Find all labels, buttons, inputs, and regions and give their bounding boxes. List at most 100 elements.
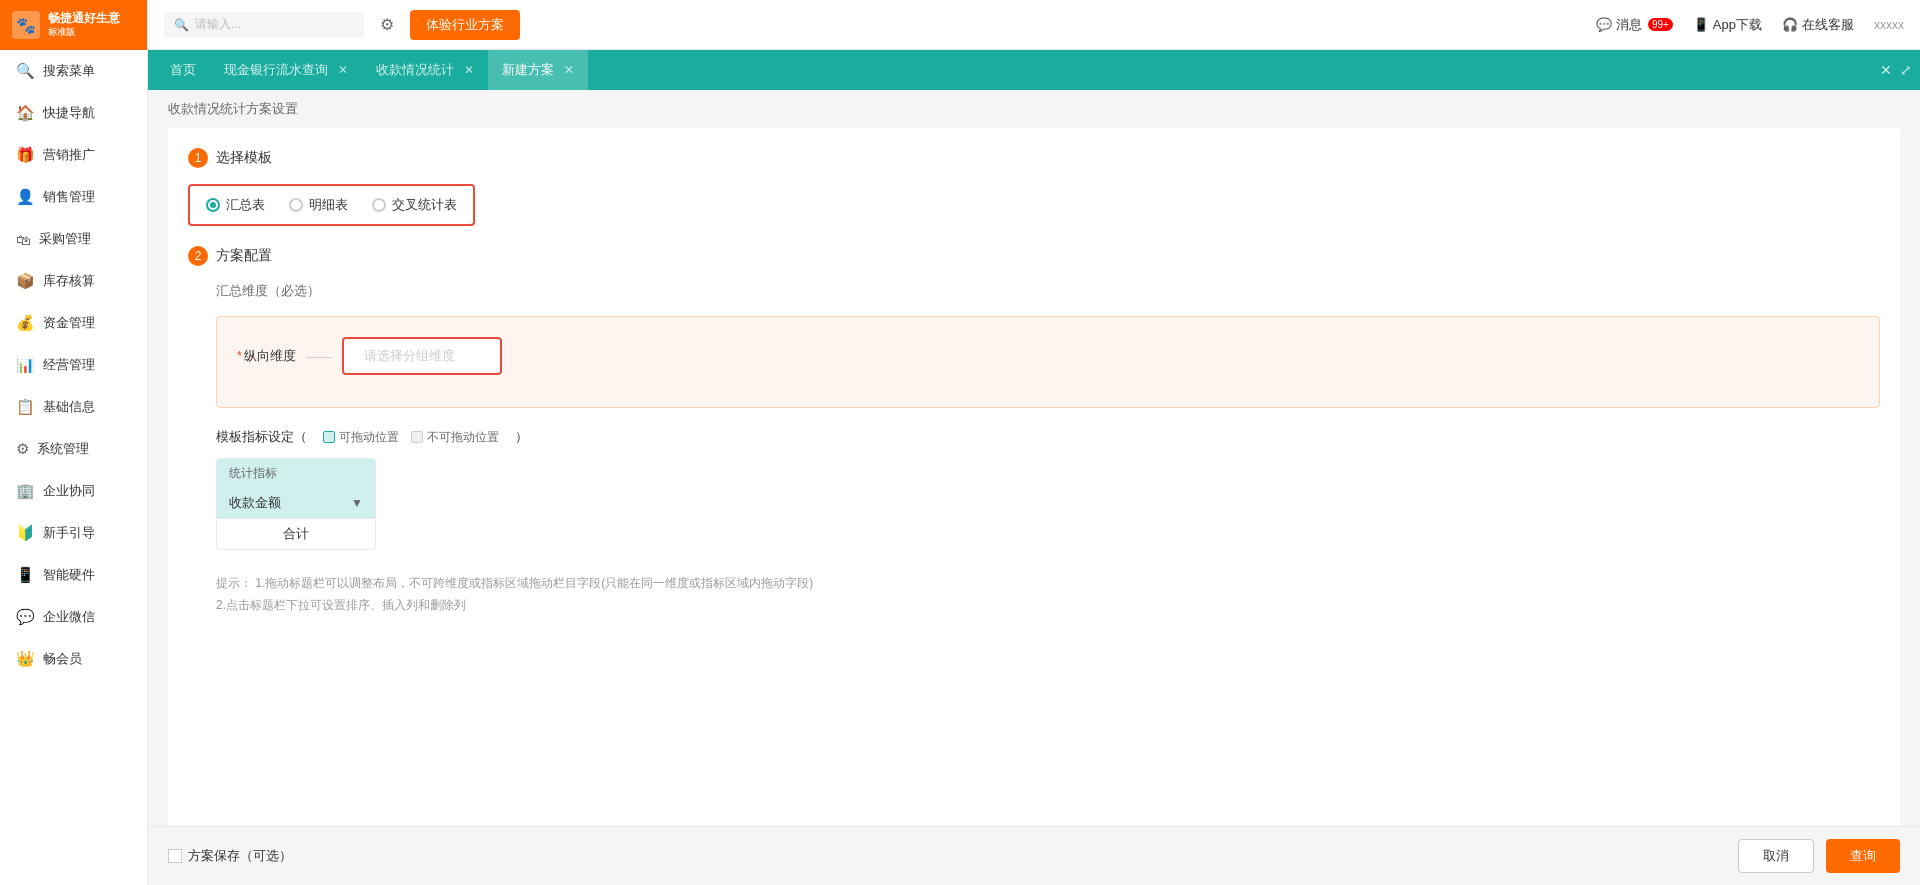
footer: 方案保存（可选） 取消 查询	[148, 826, 1920, 885]
step1-title: 选择模板	[216, 149, 272, 167]
metrics-table-header[interactable]: 统计指标	[217, 459, 375, 488]
radio-cross[interactable]	[372, 198, 386, 212]
tip-1: 提示： 1.拖动标题栏可以调整布局，不可跨维度或指标区域拖动栏目字段(只能在同一…	[216, 573, 1880, 595]
gear-icon: ⚙	[16, 440, 29, 458]
footer-save: 方案保存（可选）	[168, 847, 292, 865]
logo-badge: 标准版	[48, 26, 120, 39]
tab-bank[interactable]: 现金银行流水查询 ✕	[210, 50, 362, 90]
dimension-config: 汇总维度（必选） *纵向维度 —— 请选择分组维度 模板指标设定（	[188, 282, 1880, 616]
phone-icon: 📱	[16, 566, 35, 584]
building-icon: 🏢	[16, 482, 35, 500]
sidebar-logo: 🐾 畅捷通好生意 标准版	[0, 0, 147, 50]
save-checkbox[interactable]	[168, 849, 182, 863]
sidebar-item-enterprise[interactable]: 🏢 企业协同	[0, 470, 147, 512]
step2-title: 方案配置	[216, 247, 272, 265]
clipboard-icon: 📋	[16, 398, 35, 416]
chart-icon: 📊	[16, 356, 35, 374]
online-service-button[interactable]: 🎧 在线客服	[1782, 16, 1854, 34]
step1-section: 1 选择模板 汇总表 明细表	[188, 148, 1880, 226]
tab-bank-close[interactable]: ✕	[338, 63, 348, 77]
sidebar-item-purchase[interactable]: 🛍 采购管理	[0, 218, 147, 260]
step1-header: 1 选择模板	[188, 148, 1880, 168]
settings-icon[interactable]: ⚙	[380, 15, 394, 34]
option-summary[interactable]: 汇总表	[206, 196, 265, 214]
tabs-end-controls: ✕ ⤢	[1880, 62, 1912, 78]
bag-icon: 🛍	[16, 231, 31, 248]
close-window-icon[interactable]: ✕	[1880, 62, 1892, 78]
query-button[interactable]: 查询	[1826, 839, 1900, 873]
home-icon: 🏠	[16, 104, 35, 122]
user-icon: 👤	[16, 188, 35, 206]
template-options-box: 汇总表 明细表 交叉统计表	[188, 184, 475, 226]
topbar: 🔍 请输入... ⚙ 体验行业方案 💬 消息 99+ 📱 App下载 🎧 在线客…	[148, 0, 1920, 50]
topbar-right: 💬 消息 99+ 📱 App下载 🎧 在线客服 xxxxx	[1596, 16, 1904, 34]
footer-buttons: 取消 查询	[1738, 839, 1900, 873]
step2-section: 2 方案配置 汇总维度（必选） *纵向维度 —— 请选择分组维度	[188, 246, 1880, 616]
logo-icon: 🐾	[12, 11, 40, 39]
vertical-dimension-row: *纵向维度 —— 请选择分组维度	[237, 337, 1859, 375]
box-icon: 📦	[16, 272, 35, 290]
sidebar-item-operation[interactable]: 📊 经营管理	[0, 344, 147, 386]
message-icon: 💬	[1596, 17, 1612, 32]
dimension-box-area: *纵向维度 —— 请选择分组维度	[216, 316, 1880, 408]
sidebar-item-sales[interactable]: 👤 销售管理	[0, 176, 147, 218]
tab-collection[interactable]: 收款情况统计 ✕	[362, 50, 488, 90]
app-download-button[interactable]: 📱 App下载	[1693, 16, 1762, 34]
collection-amount-header[interactable]: 收款金额 ▼	[217, 488, 375, 518]
service-icon: 🎧	[1782, 17, 1798, 32]
chevron-down-icon: ▼	[351, 496, 363, 510]
legend-fixed: 不可拖动位置	[411, 429, 499, 446]
dimension-label: 汇总维度（必选）	[216, 282, 1880, 300]
fixed-dot	[411, 431, 423, 443]
metrics-table: 统计指标 收款金额 ▼ 合计	[216, 458, 376, 550]
tab-new-plan[interactable]: 新建方案 ✕	[488, 50, 588, 90]
tips-section: 提示： 1.拖动标题栏可以调整布局，不可跨维度或指标区域拖动栏目字段(只能在同一…	[216, 573, 1880, 616]
metrics-legend: 可拖动位置 不可拖动位置	[323, 429, 499, 446]
crown-icon: 👑	[16, 650, 35, 668]
topbar-search-box[interactable]: 🔍 请输入...	[164, 12, 364, 37]
sidebar-item-guide[interactable]: 🔰 新手引导	[0, 512, 147, 554]
content-card: 1 选择模板 汇总表 明细表	[168, 128, 1900, 826]
search-menu-icon: 🔍	[16, 62, 35, 80]
money-icon: 💰	[16, 314, 35, 332]
industry-plan-button[interactable]: 体验行业方案	[410, 10, 520, 40]
step2-num: 2	[188, 246, 208, 266]
sidebar-item-quick-nav[interactable]: 🏠 快捷导航	[0, 92, 147, 134]
sidebar-item-search-menu[interactable]: 🔍 搜索菜单	[0, 50, 147, 92]
metrics-total-row: 合计	[217, 518, 375, 549]
main-area: 🔍 请输入... ⚙ 体验行业方案 💬 消息 99+ 📱 App下载 🎧 在线客…	[148, 0, 1920, 885]
sidebar-item-marketing[interactable]: 🎁 营销推广	[0, 134, 147, 176]
guide-icon: 🔰	[16, 524, 35, 542]
sidebar-item-wechat[interactable]: 💬 企业微信	[0, 596, 147, 638]
step2-header: 2 方案配置	[188, 246, 1880, 266]
sidebar-item-finance[interactable]: 💰 资金管理	[0, 302, 147, 344]
sidebar-item-inventory[interactable]: 📦 库存核算	[0, 260, 147, 302]
metrics-label: 统计指标	[229, 465, 277, 482]
radio-summary[interactable]	[206, 198, 220, 212]
cancel-button[interactable]: 取消	[1738, 839, 1814, 873]
breadcrumb: 收款情况统计方案设置	[148, 90, 1920, 128]
sidebar-item-member[interactable]: 👑 畅会员	[0, 638, 147, 680]
tab-home[interactable]: 首页	[156, 50, 210, 90]
message-button[interactable]: 💬 消息 99+	[1596, 16, 1673, 34]
sidebar-item-hardware[interactable]: 📱 智能硬件	[0, 554, 147, 596]
search-icon: 🔍	[174, 18, 189, 32]
sidebar-item-basic[interactable]: 📋 基础信息	[0, 386, 147, 428]
option-detail[interactable]: 明细表	[289, 196, 348, 214]
sidebar: 🐾 畅捷通好生意 标准版 🔍 搜索菜单 🏠 快捷导航 🎁 营销推广 👤 销售管理…	[0, 0, 148, 885]
logo-text: 畅捷通好生意	[48, 11, 120, 27]
page-area: 收款情况统计方案设置 1 选择模板 汇总表	[148, 90, 1920, 885]
gift-icon: 🎁	[16, 146, 35, 164]
tab-collection-close[interactable]: ✕	[464, 63, 474, 77]
chat-icon: 💬	[16, 608, 35, 626]
tab-new-plan-close[interactable]: ✕	[564, 63, 574, 77]
sidebar-item-system[interactable]: ⚙ 系统管理	[0, 428, 147, 470]
option-cross[interactable]: 交叉统计表	[372, 196, 457, 214]
radio-detail[interactable]	[289, 198, 303, 212]
user-name: xxxxx	[1874, 18, 1904, 32]
draggable-dot	[323, 431, 335, 443]
legend-draggable: 可拖动位置	[323, 429, 399, 446]
maximize-icon[interactable]: ⤢	[1900, 62, 1912, 78]
dimension-dropdown[interactable]: 请选择分组维度	[342, 337, 502, 375]
metrics-header: 模板指标设定（ 可拖动位置 不可拖动位置 ）	[216, 428, 1880, 446]
